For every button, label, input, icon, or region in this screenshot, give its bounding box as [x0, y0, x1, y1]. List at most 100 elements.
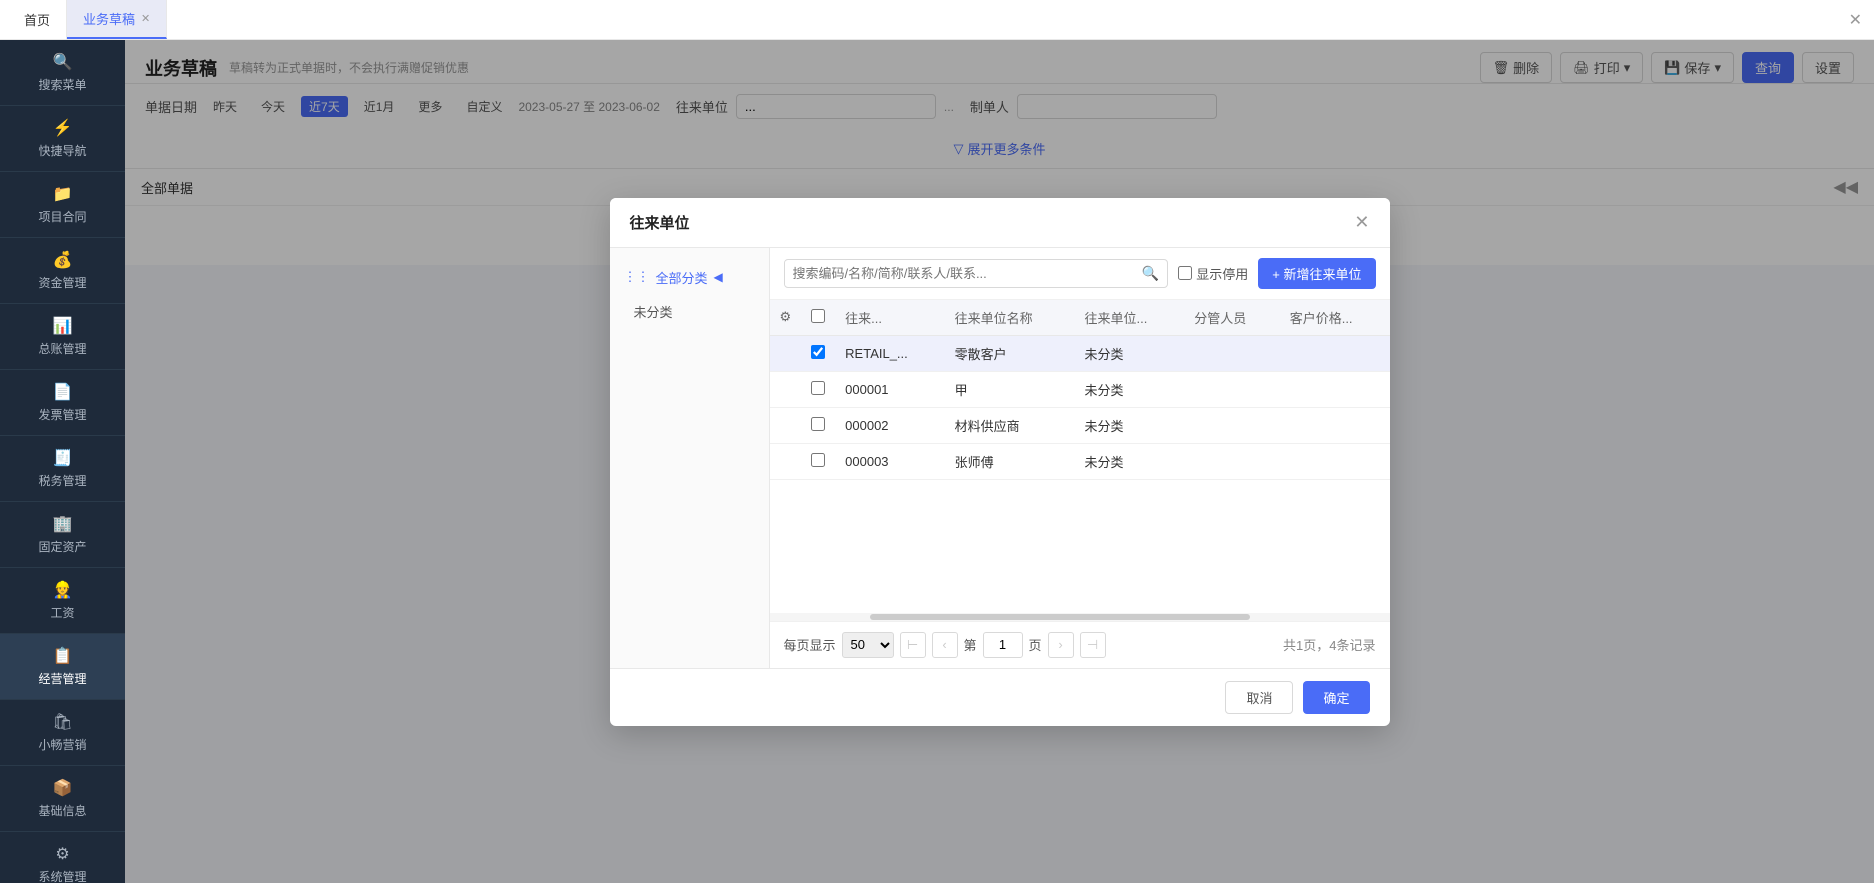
- sidebar-label-management: 经营管理: [38, 670, 86, 687]
- sidebar-item-management[interactable]: 📋 经营管理: [0, 634, 125, 700]
- th-setting[interactable]: ⚙: [770, 300, 802, 336]
- sidebar-label-asset: 固定资产: [38, 538, 86, 555]
- dialog-table-body: RETAIL_... 零散客户 未分类 000001 甲 未分类 000002 …: [770, 335, 1390, 479]
- show-disabled-checkbox[interactable]: [1178, 266, 1192, 280]
- table-row[interactable]: 000001 甲 未分类: [770, 371, 1390, 407]
- th-name: 往来单位名称: [945, 300, 1075, 336]
- sidebar-item-retail[interactable]: 🛍 小畅营销: [0, 700, 125, 766]
- counterpart-table: ⚙ 往来... 往来单位名称 往来单位... 分管人员 客户价格...: [770, 300, 1390, 480]
- sidebar-label-salary: 工资: [50, 604, 74, 621]
- sidebar-item-project[interactable]: 📁 项目合同: [0, 172, 125, 238]
- scrollbar-thumb: [870, 614, 1250, 620]
- sidebar-item-ledger[interactable]: 📊 总账管理: [0, 304, 125, 370]
- sidebar-item-capital[interactable]: 💰 资金管理: [0, 238, 125, 304]
- table-row[interactable]: RETAIL_... 零散客户 未分类: [770, 335, 1390, 371]
- invoice-icon: 📄: [53, 382, 73, 402]
- row-manager: [1184, 335, 1279, 371]
- project-icon: 📁: [53, 184, 73, 204]
- row-category: 未分类: [1075, 443, 1185, 479]
- basic-icon: 📦: [53, 778, 73, 798]
- tax-icon: 🧾: [53, 448, 73, 468]
- row-setting[interactable]: [770, 407, 802, 443]
- row-name: 材料供应商: [945, 407, 1075, 443]
- th-check[interactable]: [801, 300, 835, 336]
- last-page-button[interactable]: ⊣: [1080, 632, 1106, 658]
- row-setting[interactable]: [770, 443, 802, 479]
- row-price: [1280, 407, 1390, 443]
- first-page-button[interactable]: ⊢: [900, 632, 926, 658]
- row-setting[interactable]: [770, 335, 802, 371]
- dialog-close-icon[interactable]: ✕: [1354, 212, 1369, 233]
- row-category: 未分类: [1075, 371, 1185, 407]
- prev-page-button[interactable]: ‹: [932, 632, 958, 658]
- table-row[interactable]: 000003 张师傅 未分类: [770, 443, 1390, 479]
- uncategorized-item[interactable]: 未分类: [610, 295, 769, 328]
- salary-icon: 👷: [53, 580, 73, 600]
- row-manager: [1184, 407, 1279, 443]
- row-category: 未分类: [1075, 335, 1185, 371]
- all-category-label: 全部分类: [656, 268, 708, 287]
- tab-close-icon[interactable]: ✕: [141, 12, 150, 25]
- row-checkbox[interactable]: [811, 417, 825, 431]
- table-row[interactable]: 000002 材料供应商 未分类: [770, 407, 1390, 443]
- th-code: 往来...: [835, 300, 944, 336]
- sidebar-item-salary[interactable]: 👷 工资: [0, 568, 125, 634]
- collapse-left-icon[interactable]: ◀: [714, 270, 723, 284]
- dialog-body: ⋮⋮ 全部分类 ◀ 未分类 🔍: [610, 248, 1390, 668]
- per-page-select[interactable]: 50 100: [842, 632, 894, 658]
- tab-active[interactable]: 业务草稿 ✕: [67, 0, 167, 39]
- all-category-item[interactable]: ⋮⋮ 全部分类 ◀: [610, 260, 769, 295]
- top-bar-right: ✕: [1849, 10, 1862, 30]
- page-number-input[interactable]: [983, 632, 1023, 658]
- sidebar-label-quick: 快捷导航: [38, 142, 86, 159]
- per-page-label: 每页显示: [784, 635, 836, 654]
- row-code: 000003: [835, 443, 944, 479]
- cancel-button[interactable]: 取消: [1225, 681, 1293, 714]
- row-checkbox-cell[interactable]: [801, 371, 835, 407]
- sidebar-label-project: 项目合同: [38, 208, 86, 225]
- sidebar-item-tax[interactable]: 🧾 税务管理: [0, 436, 125, 502]
- sidebar-label-basic: 基础信息: [38, 802, 86, 819]
- row-checkbox[interactable]: [811, 345, 825, 359]
- tab-list: 首页 业务草稿 ✕: [8, 0, 167, 39]
- page-total-label: 共1页，4条记录: [1283, 635, 1375, 654]
- row-category: 未分类: [1075, 407, 1185, 443]
- next-page-button[interactable]: ›: [1048, 632, 1074, 658]
- confirm-button[interactable]: 确定: [1303, 681, 1369, 714]
- sidebar-item-system[interactable]: ⚙ 系统管理: [0, 832, 125, 883]
- capital-icon: 💰: [53, 250, 73, 270]
- sidebar-item-asset[interactable]: 🏢 固定资产: [0, 502, 125, 568]
- page-suffix-label: 页: [1029, 635, 1042, 654]
- tab-home-label: 首页: [24, 10, 50, 29]
- tab-active-label: 业务草稿: [83, 9, 135, 28]
- search-icon[interactable]: 🔍: [1134, 260, 1167, 287]
- sidebar-item-invoice[interactable]: 📄 发票管理: [0, 370, 125, 436]
- row-checkbox-cell[interactable]: [801, 407, 835, 443]
- row-price: [1280, 335, 1390, 371]
- dialog-header: 往来单位 ✕: [610, 198, 1390, 248]
- retail-icon: 🛍: [53, 712, 73, 732]
- window-close-icon[interactable]: ✕: [1849, 10, 1862, 30]
- search-input[interactable]: [785, 261, 1134, 286]
- show-disabled-label: 显示停用: [1196, 264, 1248, 283]
- sidebar-label-invoice: 发票管理: [38, 406, 86, 423]
- tab-home[interactable]: 首页: [8, 0, 67, 39]
- row-manager: [1184, 371, 1279, 407]
- row-price: [1280, 371, 1390, 407]
- sidebar-item-search[interactable]: 🔍 搜索菜单: [0, 40, 125, 106]
- add-counterpart-button[interactable]: + 新增往来单位: [1258, 258, 1375, 289]
- select-all-checkbox[interactable]: [811, 309, 825, 323]
- sidebar-item-basic[interactable]: 📦 基础信息: [0, 766, 125, 832]
- row-code: 000002: [835, 407, 944, 443]
- row-setting[interactable]: [770, 371, 802, 407]
- horizontal-scrollbar[interactable]: [770, 613, 1390, 621]
- content-area: 业务草稿 草稿转为正式单据时，不会执行满赠促销优惠 🗑 删除 🖨 打印 ▾ 💾 …: [125, 40, 1874, 883]
- row-checkbox[interactable]: [811, 453, 825, 467]
- management-icon: 📋: [53, 646, 73, 666]
- row-checkbox-cell[interactable]: [801, 335, 835, 371]
- row-checkbox-cell[interactable]: [801, 443, 835, 479]
- pagination-bar: 每页显示 50 100 ⊢ ‹ 第 页 › ⊣ 共1页，4条记录: [770, 621, 1390, 668]
- dialog-table-scroll[interactable]: ⚙ 往来... 往来单位名称 往来单位... 分管人员 客户价格...: [770, 300, 1390, 613]
- sidebar-item-quick[interactable]: ⚡ 快捷导航: [0, 106, 125, 172]
- row-checkbox[interactable]: [811, 381, 825, 395]
